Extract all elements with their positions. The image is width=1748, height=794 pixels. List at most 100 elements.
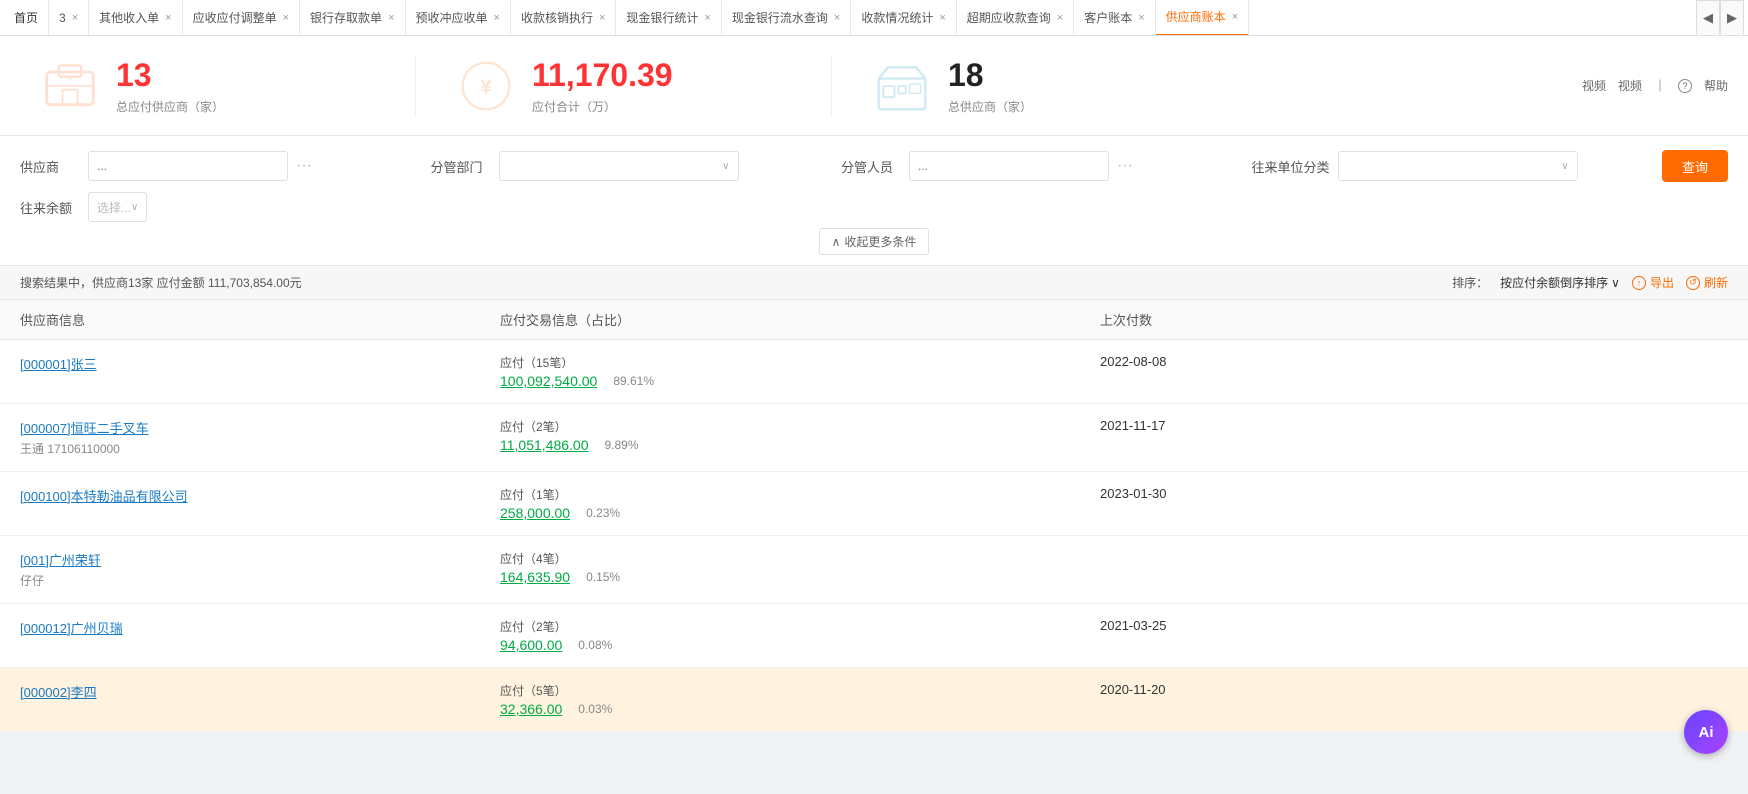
collapse-icon: ∧ <box>832 235 841 249</box>
close-icon[interactable]: × <box>1232 11 1238 23</box>
refresh-button[interactable]: ↺ 刷新 <box>1686 274 1728 291</box>
table-row[interactable]: [000002]李四 应付（5笔） 32,366.00 0.03% 2020-1… <box>0 668 1748 732</box>
help-link[interactable]: 帮助 <box>1704 77 1728 94</box>
results-right: 排序： 按应付余额倒序排序 ∨ ↑ 导出 ↺ 刷新 <box>1452 274 1728 291</box>
stat-payable-total-content: 11,170.39 应付合计（万） <box>532 56 673 115</box>
nav-tab-supplier-ledger[interactable]: 供应商账本 × <box>1156 0 1249 36</box>
supplier-input[interactable] <box>88 151 288 181</box>
supplier-link-4[interactable]: [001]广州荣轩 <box>20 553 101 568</box>
person-input[interactable] <box>909 151 1109 181</box>
table-row[interactable]: [000001]张三 应付（15笔） 100,092,540.00 89.61%… <box>0 340 1748 404</box>
supplier-link-5[interactable]: [000012]广州贝瑞 <box>20 621 123 636</box>
table-row[interactable]: [000012]广州贝瑞 应付（2笔） 94,600.00 0.08% 2021… <box>0 604 1748 668</box>
stat-total-suppliers-content: 18 总供应商（家） <box>948 56 1032 115</box>
supplier-name-6[interactable]: [000002]李四 <box>20 682 500 701</box>
supplier-link-2[interactable]: [000007]恒旺二手叉车 <box>20 421 149 436</box>
filter-person: 分管人员 ··· <box>841 151 1236 181</box>
supplier-name-5[interactable]: [000012]广州贝瑞 <box>20 618 500 637</box>
supplier-name-3[interactable]: [000100]本特勒油品有限公司 <box>20 486 500 505</box>
dept-chevron-icon: ∨ <box>722 161 729 172</box>
header-lastpay: 上次付数 <box>1100 310 1728 329</box>
collapse-label: 收起更多条件 <box>844 233 916 250</box>
export-button[interactable]: ↑ 导出 <box>1632 274 1674 291</box>
payable-amount-1[interactable]: 100,092,540.00 <box>500 373 597 389</box>
nav-tab-payment-exec[interactable]: 收款核销执行 × <box>511 0 616 36</box>
nav-tab-prepay[interactable]: 预收冲应收单 × <box>406 0 511 36</box>
table-row[interactable]: [000100]本特勒油品有限公司 应付（1笔） 258,000.00 0.23… <box>0 472 1748 536</box>
table-row[interactable]: [000007]恒旺二手叉车 王通 17106110000 应付（2笔） 11,… <box>0 404 1748 472</box>
payable-amount-3[interactable]: 258,000.00 <box>500 505 570 521</box>
lastpay-2: 2021-11-17 <box>1100 418 1728 433</box>
close-icon[interactable]: × <box>494 12 500 24</box>
dept-select[interactable]: ∨ <box>499 151 739 181</box>
close-icon[interactable]: × <box>939 12 945 24</box>
close-icon[interactable]: × <box>1138 12 1144 24</box>
nav-arrow-left[interactable]: ◀ <box>1696 0 1720 36</box>
collapse-button[interactable]: ∧ 收起更多条件 <box>819 228 930 255</box>
video-link[interactable]: 视频 <box>1582 77 1606 94</box>
payable-amount-6[interactable]: 32,366.00 <box>500 701 562 717</box>
close-icon[interactable]: × <box>599 12 605 24</box>
supplier-info-3: [000100]本特勒油品有限公司 <box>20 486 500 505</box>
nav-tab-customer-ledger[interactable]: 客户账本 × <box>1074 0 1155 36</box>
payable-info-4: 应付（4笔） 164,635.90 0.15% <box>500 550 1100 585</box>
payable-amount-4[interactable]: 164,635.90 <box>500 569 570 585</box>
nav-tab-home[interactable]: 首页 <box>4 0 49 36</box>
nav-arrow-right[interactable]: ▶ <box>1720 0 1744 36</box>
svg-text:¥: ¥ <box>480 75 492 98</box>
supplier-name-1[interactable]: [000001]张三 <box>20 354 500 373</box>
close-icon[interactable]: × <box>834 12 840 24</box>
nav-tab-payment-exec-label: 收款核销执行 <box>521 9 593 26</box>
payable-label-6: 应付（5笔） <box>500 682 1100 699</box>
balance-select[interactable]: 选择... ∨ <box>88 192 147 222</box>
nav-tab-bank[interactable]: 银行存取款单 × <box>300 0 405 36</box>
close-icon[interactable]: × <box>704 12 710 24</box>
nav-tab-other-income[interactable]: 其他收入单 × <box>89 0 182 36</box>
supplier-name-4[interactable]: [001]广州荣轩 <box>20 550 500 569</box>
ai-button[interactable]: Ai <box>1684 710 1728 754</box>
payable-amount-5[interactable]: 94,600.00 <box>500 637 562 653</box>
refresh-icon: ↺ <box>1686 276 1700 290</box>
supplier-link-3[interactable]: [000100]本特勒油品有限公司 <box>20 489 188 504</box>
payable-label-5: 应付（2笔） <box>500 618 1100 635</box>
category-select[interactable]: ∨ <box>1338 151 1578 181</box>
separator: ｜ <box>1654 77 1666 94</box>
payable-info-3: 应付（1笔） 258,000.00 0.23% <box>500 486 1100 521</box>
supplier-info-6: [000002]李四 <box>20 682 500 701</box>
nav-tab-receipt-stats[interactable]: 收款情况统计 × <box>851 0 956 36</box>
close-icon[interactable]: × <box>283 12 289 24</box>
supplier-filter-label: 供应商 <box>20 157 80 176</box>
supplier-link-1[interactable]: [000001]张三 <box>20 357 97 372</box>
supplier-link-6[interactable]: [000002]李四 <box>20 685 97 700</box>
filter-row-2: 往来余额 选择... ∨ <box>20 192 1728 222</box>
close-icon[interactable]: × <box>72 12 78 24</box>
video-text[interactable]: 视频 <box>1618 77 1642 94</box>
payable-amount-2[interactable]: 11,051,486.00 <box>500 437 589 453</box>
supplier-name-2[interactable]: [000007]恒旺二手叉车 <box>20 418 500 437</box>
lastpay-5: 2021-03-25 <box>1100 618 1728 633</box>
payable-percent-3: 0.23% <box>586 506 620 520</box>
close-icon[interactable]: × <box>388 12 394 24</box>
sort-chevron-icon: ∨ <box>1611 276 1620 290</box>
nav-tab-3[interactable]: 3 × <box>49 0 89 36</box>
nav-tab-adjustment[interactable]: 应收应付调整单 × <box>183 0 300 36</box>
nav-tab-supplier-ledger-label: 供应商账本 <box>1166 8 1226 25</box>
table-row[interactable]: [001]广州荣轩 仔仔 应付（4笔） 164,635.90 0.15% <box>0 536 1748 604</box>
nav-tab-cash-stats[interactable]: 现金银行统计 × <box>616 0 721 36</box>
stat-total-suppliers-label: 总供应商（家） <box>948 98 1032 115</box>
filter-area: 供应商 ··· 分管部门 ∨ 分管人员 ··· 往来单位分类 ∨ 查询 往来 <box>0 136 1748 266</box>
balance-placeholder: 选择... <box>97 199 131 216</box>
search-button[interactable]: 查询 <box>1662 150 1728 182</box>
close-icon[interactable]: × <box>1057 12 1063 24</box>
sort-select[interactable]: 按应付余额倒序排序 ∨ <box>1500 274 1620 291</box>
nav-tab-customer-ledger-label: 客户账本 <box>1084 9 1132 26</box>
nav-tab-overdue[interactable]: 超期应收款查询 × <box>957 0 1074 36</box>
stat-payable-suppliers: ¥ 13 总应付供应商（家） <box>0 56 416 116</box>
sort-label: 排序： <box>1452 274 1488 291</box>
payable-total-icon: ¥ <box>456 56 516 116</box>
payable-label-2: 应付（2笔） <box>500 418 1100 435</box>
nav-tab-cash-flow[interactable]: 现金银行流水查询 × <box>722 0 851 36</box>
close-icon[interactable]: × <box>165 12 171 24</box>
supplier-info-4: [001]广州荣轩 仔仔 <box>20 550 500 589</box>
lastpay-date-6: 2020-11-20 <box>1100 682 1166 697</box>
